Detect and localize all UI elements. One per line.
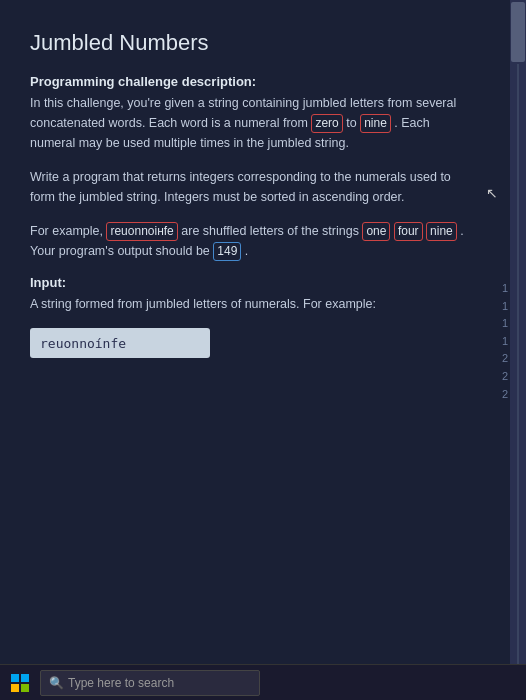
description-paragraph-3: For example, reuonnoінfe are shuffled le… [30,221,470,261]
content-area: Jumbled Numbers Programming challenge de… [0,0,490,700]
cursor-indicator: ↖ [486,185,498,201]
taskbar: 🔍 Type here to search [0,664,526,700]
description-paragraph-1: In this challenge, you're given a string… [30,93,470,153]
output-tag: 149 [213,242,241,261]
input-example-box[interactable]: reuonnoínfe [30,328,210,358]
nine-tag2: nine [426,222,457,241]
windows-logo [11,674,29,692]
nine-tag: nine [360,114,391,133]
input-label: Input: [30,275,470,290]
scrollbar-thumb[interactable] [511,2,525,62]
search-placeholder-text: Type here to search [68,676,174,690]
para1-before: In this challenge, you're given a string… [30,96,456,130]
para3-before: For example, [30,224,103,238]
scrollbar-track [517,64,519,698]
taskbar-search[interactable]: 🔍 Type here to search [40,670,260,696]
input-description: A string formed from jumbled letters of … [30,294,470,314]
input-example-value: reuonnoínfe [40,336,126,351]
line-num-5: 2 [502,350,508,368]
connector-word: to [346,116,356,130]
four-tag: four [394,222,423,241]
para3-middle: are shuffled letters of the strings [181,224,359,238]
scrollbar[interactable] [510,0,526,700]
page-title: Jumbled Numbers [30,30,470,56]
windows-start-button[interactable] [8,671,32,695]
line-numbers: 1 1 1 1 2 2 2 [490,0,510,700]
line-num-3: 1 [502,315,508,333]
one-tag: one [362,222,390,241]
section-title: Programming challenge description: [30,74,470,89]
line-num-6: 2 [502,368,508,386]
zero-tag: zero [311,114,342,133]
line-num-7: 2 [502,386,508,404]
input-section: Input: A string formed from jumbled lett… [30,275,470,358]
line-num-4: 1 [502,333,508,351]
line-num-2: 1 [502,298,508,316]
line-num-1: 1 [502,280,508,298]
description-paragraph-2: Write a program that returns integers co… [30,167,470,207]
main-container: Jumbled Numbers Programming challenge de… [0,0,526,700]
para3-period: . [245,244,248,258]
search-icon: 🔍 [49,676,64,690]
example-jumbled-tag: reuonnoінfe [106,222,177,241]
